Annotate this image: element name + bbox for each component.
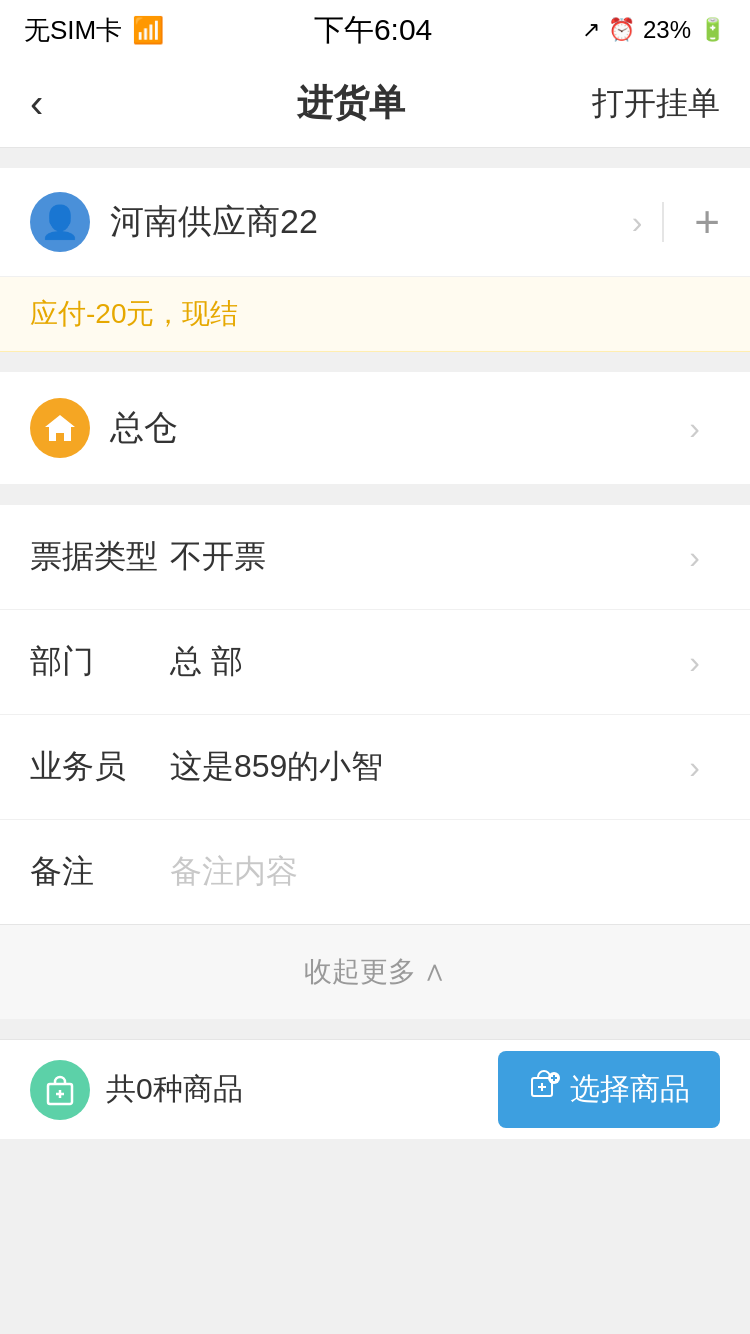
invoice-type-row[interactable]: 票据类型 不开票 ›	[0, 504, 750, 609]
notice-banner: 应付-20元，现结	[0, 277, 750, 352]
gap-1	[0, 148, 750, 168]
department-row[interactable]: 部门 总 部 ›	[0, 609, 750, 714]
open-pending-button[interactable]: 打开挂单	[592, 82, 720, 126]
add-supplier-button[interactable]: +	[694, 197, 720, 247]
department-chevron-icon: ›	[689, 644, 700, 681]
salesperson-chevron-icon: ›	[689, 749, 700, 786]
status-left: 无SIM卡 📶	[24, 13, 164, 48]
supplier-section: 👤 河南供应商22 › + 应付-20元，现结	[0, 168, 750, 352]
supplier-divider	[662, 202, 664, 242]
svg-rect-0	[56, 433, 64, 441]
invoice-type-label: 票据类型	[30, 535, 170, 579]
house-icon	[43, 411, 77, 445]
cart-icon	[528, 1070, 560, 1109]
salesperson-row[interactable]: 业务员 这是859的小智 ›	[0, 714, 750, 819]
shopping-bag-icon	[42, 1072, 78, 1108]
invoice-chevron-icon: ›	[689, 539, 700, 576]
remark-row[interactable]: 备注 备注内容	[0, 819, 750, 924]
supplier-chevron-icon: ›	[632, 204, 643, 241]
warehouse-icon	[30, 398, 90, 458]
salesperson-value: 这是859的小智	[170, 745, 689, 789]
warehouse-section: 总仓 ›	[0, 372, 750, 484]
invoice-type-value: 不开票	[170, 535, 689, 579]
gap-2	[0, 352, 750, 372]
product-icon	[30, 1060, 90, 1120]
product-count: 共0种商品	[106, 1069, 498, 1110]
department-value: 总 部	[170, 640, 689, 684]
alarm-icon: ⏰	[608, 17, 635, 43]
page-title: 进货单	[297, 79, 405, 128]
supplier-row[interactable]: 👤 河南供应商22 › +	[0, 168, 750, 277]
remark-label: 备注	[30, 850, 170, 894]
warehouse-chevron-icon: ›	[689, 410, 700, 447]
department-label: 部门	[30, 640, 170, 684]
carrier-text: 无SIM卡	[24, 13, 122, 48]
product-bar: 共0种商品 选择商品	[0, 1039, 750, 1139]
gap-4	[0, 1019, 750, 1039]
status-bar: 无SIM卡 📶 下午6:04 ↗ ⏰ 23% 🔋	[0, 0, 750, 60]
form-section: 票据类型 不开票 › 部门 总 部 › 业务员 这是859的小智 › 备注 备注…	[0, 504, 750, 1019]
wifi-icon: 📶	[132, 15, 164, 46]
collapse-row[interactable]: 收起更多 ∧	[0, 924, 750, 1019]
supplier-name: 河南供应商22	[110, 199, 632, 245]
nav-bar: ‹ 进货单 打开挂单	[0, 60, 750, 148]
battery-text: 23%	[643, 16, 691, 44]
avatar-person-icon: 👤	[40, 203, 80, 241]
supplier-avatar: 👤	[30, 192, 90, 252]
page-background	[0, 1139, 750, 1334]
select-goods-button[interactable]: 选择商品	[498, 1051, 720, 1128]
status-right: ↗ ⏰ 23% 🔋	[582, 16, 726, 44]
warehouse-row[interactable]: 总仓 ›	[0, 372, 750, 484]
status-time: 下午6:04	[314, 10, 432, 51]
back-button[interactable]: ‹	[30, 81, 110, 126]
remark-input[interactable]: 备注内容	[170, 850, 720, 894]
location-icon: ↗	[582, 17, 600, 43]
collapse-label: 收起更多 ∧	[304, 953, 447, 991]
select-goods-label: 选择商品	[570, 1069, 690, 1110]
warehouse-label: 总仓	[110, 405, 689, 451]
gap-3	[0, 484, 750, 504]
salesperson-label: 业务员	[30, 745, 170, 789]
battery-icon: 🔋	[699, 17, 726, 43]
